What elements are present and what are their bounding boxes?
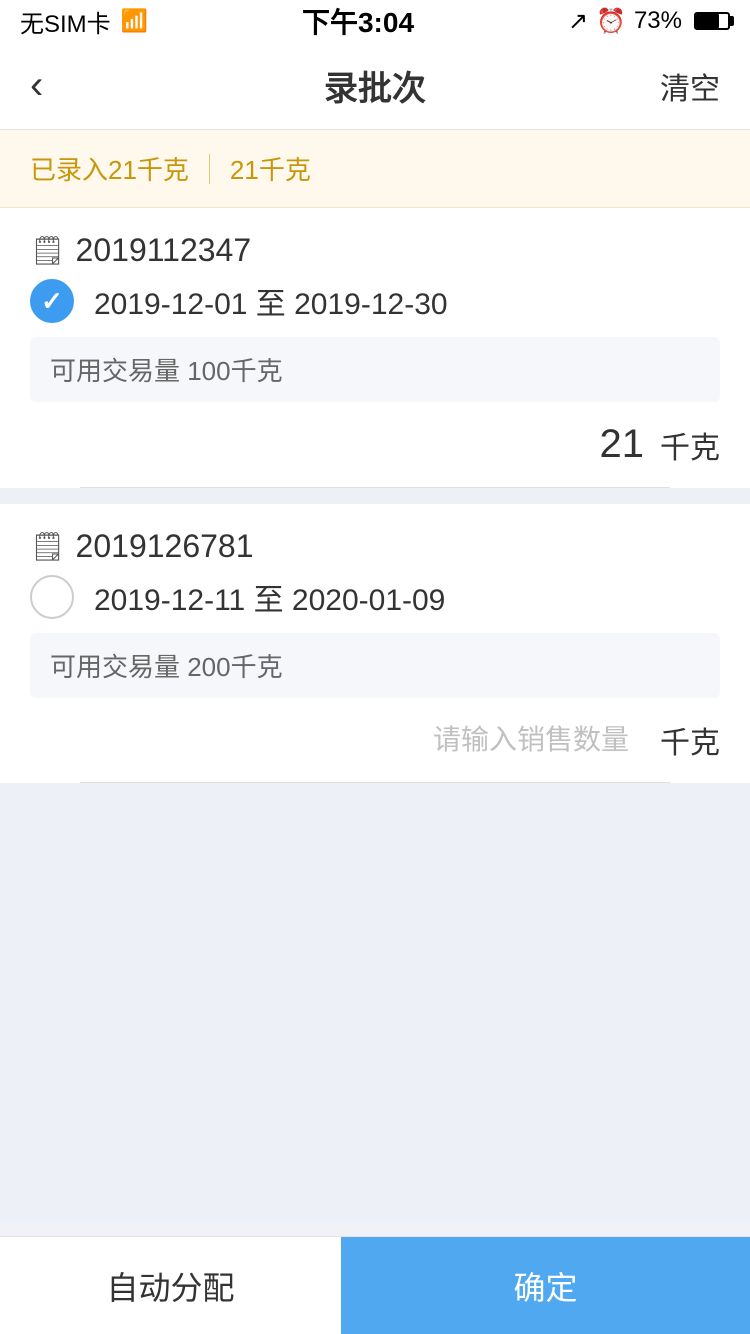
info-banner: 已录入21千克 21千克 [0,130,750,208]
status-time: 下午3:04 [302,1,414,41]
date-range-2: 2019-12-11 至 2020-01-09 [94,575,445,619]
sim-text: 无SIM卡 [20,4,111,39]
batch-icon-1: 🗒 [30,234,66,267]
auto-distribute-button[interactable]: 自动分配 [0,1237,341,1334]
batch-section-1: 🗒 2019112347 2019-12-01 至 2019-12-30 可用交… [0,208,750,488]
battery-text: 73% [634,7,682,35]
batch-header-2: 🗒 2019126781 [30,528,720,565]
availability-2: 可用交易量 200千克 [30,633,720,698]
quantity-input-2[interactable] [384,723,644,757]
batch-id-1: 2019112347 [76,232,252,269]
recorded-value: 21千克 [230,150,311,187]
alarm-icon: ⏰ [596,7,626,36]
confirm-button[interactable]: 确定 [341,1237,750,1334]
back-button[interactable]: ‹ [30,63,90,108]
input-unit-2: 千克 [660,718,720,762]
batch-header-1: 🗒 2019112347 [30,232,720,269]
status-right: ↗ ⏰ 73% [568,7,730,36]
batch-id-2: 2019126781 [76,528,254,565]
battery-icon [694,12,730,30]
bottom-bar: 自动分配 确定 [0,1236,750,1334]
status-left: 无SIM卡 📶 [20,4,148,39]
banner-divider [209,154,210,184]
batch-section-2: 🗒 2019126781 2019-12-11 至 2020-01-09 可用交… [0,504,750,783]
empty-area [0,783,750,1223]
batch-icon-2: 🗒 [30,530,66,563]
batch-date-row-2[interactable]: 2019-12-11 至 2020-01-09 [30,575,720,619]
status-bar: 无SIM卡 📶 下午3:04 ↗ ⏰ 73% [0,0,750,42]
location-icon: ↗ [568,7,588,36]
date-range-1: 2019-12-01 至 2019-12-30 [94,279,448,323]
clear-button[interactable]: 清空 [660,64,720,108]
section-divider [0,488,750,504]
radio-2[interactable] [30,575,74,619]
wifi-icon: 📶 [121,8,148,34]
recorded-label: 已录入21千克 [30,150,189,187]
quantity-row-1: 21 千克 [0,402,750,487]
quantity-unit-1: 千克 [660,423,720,467]
nav-bar: ‹ 录批次 清空 [0,42,750,130]
radio-1[interactable] [30,279,74,323]
batch-date-row-1[interactable]: 2019-12-01 至 2019-12-30 [30,279,720,323]
quantity-value-1: 21 [600,422,645,467]
batch-item-2: 🗒 2019126781 2019-12-11 至 2020-01-09 可用交… [0,504,750,698]
batch-item-1: 🗒 2019112347 2019-12-01 至 2019-12-30 可用交… [0,208,750,402]
page-title: 录批次 [324,61,426,110]
availability-1: 可用交易量 100千克 [30,337,720,402]
input-row-2: 千克 [0,698,750,782]
